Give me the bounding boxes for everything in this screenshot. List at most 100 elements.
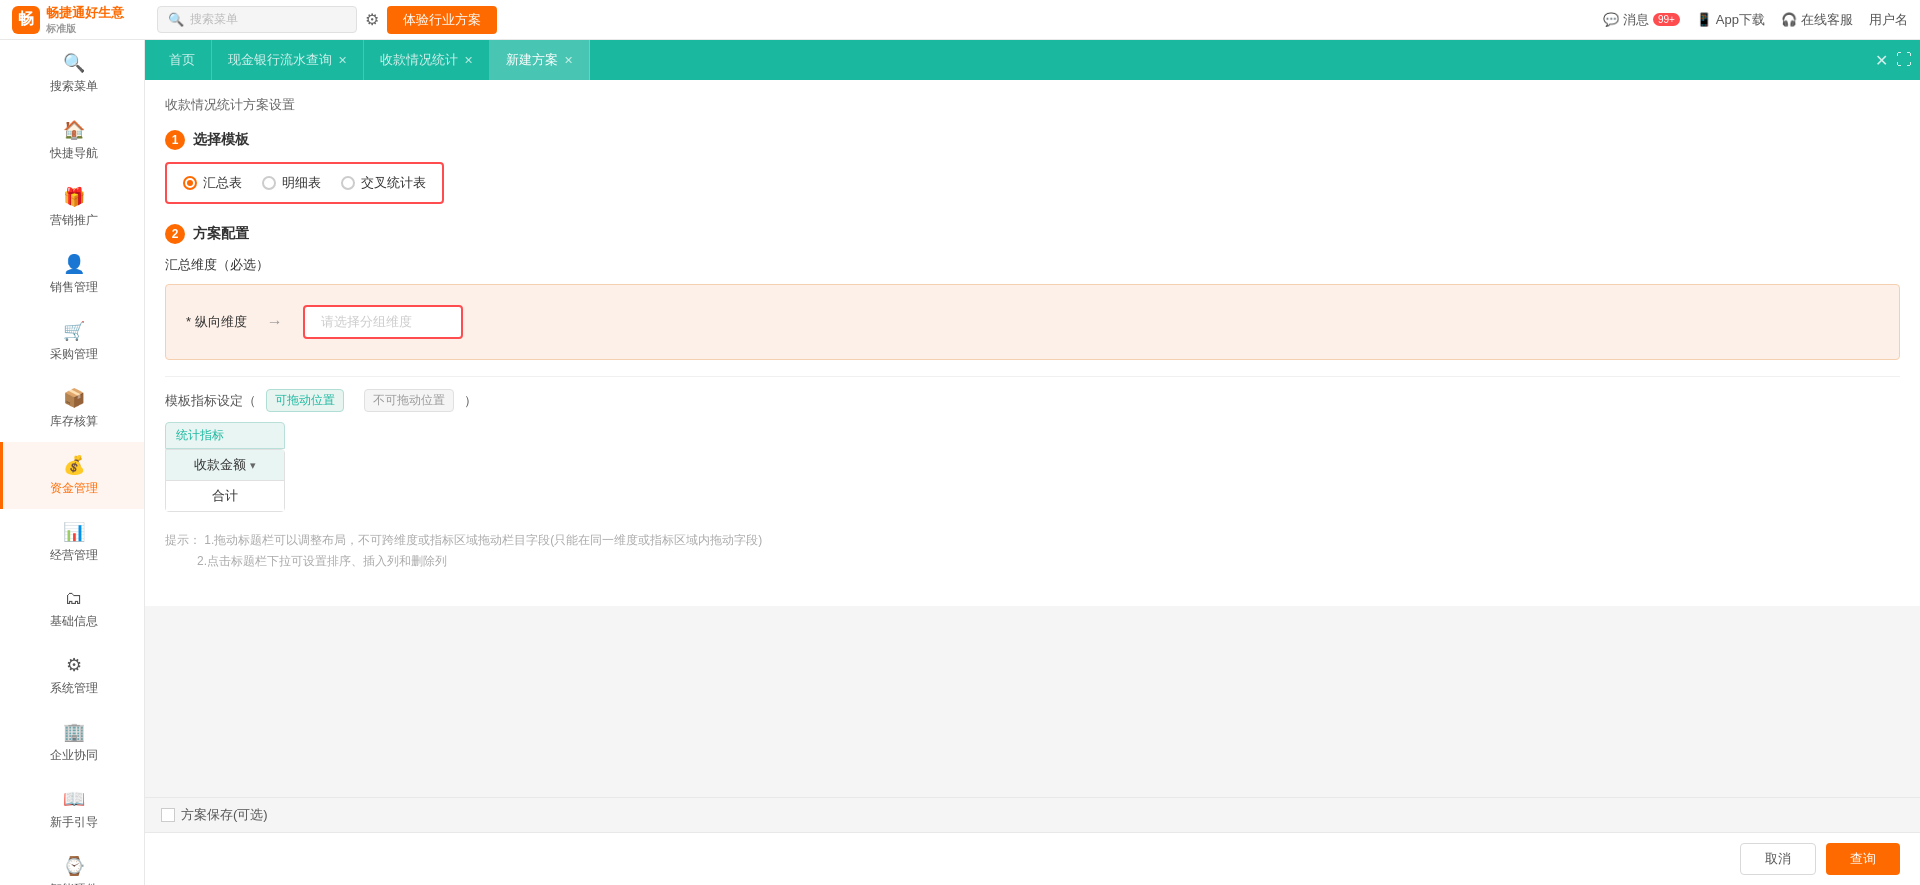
- radio-summary[interactable]: 汇总表: [183, 174, 242, 192]
- sidebar-item-quick-nav[interactable]: 🏠 快捷导航: [0, 107, 144, 174]
- sidebar-item-finance[interactable]: 💰 资金管理: [0, 442, 144, 509]
- download-icon: 📱: [1696, 12, 1712, 27]
- message-action[interactable]: 💬 消息 99+: [1603, 11, 1680, 29]
- divider: [165, 376, 1900, 377]
- arrow-right-icon: →: [267, 313, 283, 331]
- step2-header: 2 方案配置: [165, 224, 1900, 244]
- download-label: App下载: [1716, 11, 1765, 29]
- radio-detail[interactable]: 明细表: [262, 174, 321, 192]
- search-icon: 🔍: [168, 12, 184, 27]
- sidebar-item-label: 系统管理: [50, 680, 98, 697]
- tip1-text: 1.拖动标题栏可以调整布局，不可跨维度或指标区域拖动栏目字段(只能在同一维度或指…: [204, 533, 762, 547]
- radio-summary-label: 汇总表: [203, 174, 242, 192]
- step1-header: 1 选择模板: [165, 130, 1900, 150]
- sidebar-item-purchase[interactable]: 🛒 采购管理: [0, 308, 144, 375]
- tab-bank-flow-close[interactable]: ✕: [338, 54, 347, 67]
- tab-bar-right: ✕ ⛶: [1875, 51, 1912, 70]
- tab-close-all-icon[interactable]: ✕: [1875, 51, 1888, 70]
- logo-version: 标准版: [46, 22, 124, 36]
- config-panel: * 纵向维度 → 请选择分组维度: [165, 284, 1900, 360]
- step2-title: 方案配置: [193, 225, 249, 243]
- step1-title: 选择模板: [193, 131, 249, 149]
- metrics-header: 模板指标设定（ 可拖动位置 不可拖动位置 ）: [165, 389, 1900, 412]
- sidebar-item-system[interactable]: ⚙ 系统管理: [0, 642, 144, 709]
- search-placeholder: 搜索菜单: [190, 11, 238, 28]
- tip2-line: 2.点击标题栏下拉可设置排序、插入列和删除列: [165, 553, 1900, 570]
- chart-icon: 📊: [63, 521, 85, 543]
- step2-number: 2: [165, 224, 185, 244]
- service-label: 在线客服: [1801, 11, 1853, 29]
- logo-name: 畅捷通好生意: [46, 4, 124, 22]
- industry-btn[interactable]: 体验行业方案: [387, 6, 497, 34]
- tab-home-label: 首页: [169, 51, 195, 69]
- chevron-down-icon: ▾: [250, 459, 256, 472]
- tab-collection-stats-close[interactable]: ✕: [464, 54, 473, 67]
- sidebar-item-label: 搜索菜单: [50, 78, 98, 95]
- top-bar: 畅 畅捷通好生意 标准版 🔍 搜索菜单 ⚙ 体验行业方案 💬 消息 99+ 📱 …: [0, 0, 1920, 40]
- sidebar-item-enterprise[interactable]: 🏢 企业协同: [0, 709, 144, 776]
- tip-label: 提示： 1.拖动标题栏可以调整布局，不可跨维度或指标区域拖动栏目字段(只能在同一…: [165, 532, 1900, 549]
- tag-fixed: 不可拖动位置: [364, 389, 454, 412]
- download-action[interactable]: 📱 App下载: [1696, 11, 1765, 29]
- query-button[interactable]: 查询: [1826, 843, 1900, 875]
- bottom-bar: 方案保存(可选): [145, 797, 1920, 832]
- message-badge: 99+: [1653, 13, 1680, 26]
- content-area: 首页 现金银行流水查询 ✕ 收款情况统计 ✕ 新建方案 ✕ ✕ ⛶ 收款情况统计…: [145, 40, 1920, 885]
- step1-number: 1: [165, 130, 185, 150]
- sidebar-item-label: 基础信息: [50, 613, 98, 630]
- gift-icon: 🎁: [63, 186, 85, 208]
- tab-collection-stats[interactable]: 收款情况统计 ✕: [364, 40, 490, 80]
- logo-icon: 畅: [12, 6, 40, 34]
- col-title-collection[interactable]: 收款金额 ▾: [166, 450, 284, 481]
- radio-detail-circle: [262, 176, 276, 190]
- cancel-button[interactable]: 取消: [1740, 843, 1816, 875]
- metrics-close: ）: [464, 392, 477, 410]
- sidebar-item-label: 快捷导航: [50, 145, 98, 162]
- tab-bank-flow-label: 现金银行流水查询: [228, 51, 332, 69]
- search-box[interactable]: 🔍 搜索菜单: [157, 6, 357, 33]
- tab-new-plan-close[interactable]: ✕: [564, 54, 573, 67]
- save-checkbox[interactable]: [161, 808, 175, 822]
- tab-new-plan[interactable]: 新建方案 ✕: [490, 40, 590, 80]
- sidebar-item-basic[interactable]: 🗂 基础信息: [0, 576, 144, 642]
- user-action[interactable]: 用户名: [1869, 11, 1908, 29]
- radio-cross-circle: [341, 176, 355, 190]
- save-option[interactable]: 方案保存(可选): [161, 806, 268, 824]
- sidebar-item-label: 新手引导: [50, 814, 98, 831]
- save-option-label: 方案保存(可选): [181, 806, 268, 824]
- sidebar-item-search[interactable]: 🔍 搜索菜单: [0, 40, 144, 107]
- radio-detail-label: 明细表: [282, 174, 321, 192]
- service-action[interactable]: 🎧 在线客服: [1781, 11, 1853, 29]
- row-dim-label: * 纵向维度: [186, 313, 247, 331]
- sidebar-item-label: 库存核算: [50, 413, 98, 430]
- folder-icon: 🗂: [65, 588, 83, 609]
- metrics-table: 收款金额 ▾ 合计: [165, 449, 285, 512]
- tag-draggable: 可拖动位置: [266, 389, 344, 412]
- tab-expand-icon[interactable]: ⛶: [1896, 51, 1912, 70]
- sidebar-item-sales[interactable]: 👤 销售管理: [0, 241, 144, 308]
- config-section: 汇总维度（必选） * 纵向维度 → 请选择分组维度 模板指标设定（: [165, 256, 1900, 570]
- sidebar-item-guide[interactable]: 📖 新手引导: [0, 776, 144, 843]
- service-icon: 🎧: [1781, 12, 1797, 27]
- home-icon: 🏠: [63, 119, 85, 141]
- radio-cross[interactable]: 交叉统计表: [341, 174, 426, 192]
- sidebar-item-label: 资金管理: [50, 480, 98, 497]
- tab-home[interactable]: 首页: [153, 40, 212, 80]
- settings-icon[interactable]: ⚙: [365, 10, 379, 29]
- watch-icon: ⌚: [63, 855, 85, 877]
- tab-new-plan-label: 新建方案: [506, 51, 558, 69]
- box-icon: 📦: [63, 387, 85, 409]
- dim-select-box[interactable]: 请选择分组维度: [303, 305, 463, 339]
- stat-col: 统计指标 收款金额 ▾ 合计: [165, 422, 285, 512]
- sidebar-item-label: 销售管理: [50, 279, 98, 296]
- tab-bank-flow[interactable]: 现金银行流水查询 ✕: [212, 40, 364, 80]
- sidebar-item-hardware[interactable]: ⌚ 智能硬件: [0, 843, 144, 885]
- sidebar-item-operation[interactable]: 📊 经营管理: [0, 509, 144, 576]
- sidebar-item-marketing[interactable]: 🎁 营销推广: [0, 174, 144, 241]
- radio-group: 汇总表 明细表 交叉统计表: [183, 174, 426, 192]
- sidebar-item-label: 智能硬件: [50, 881, 98, 885]
- top-actions: 💬 消息 99+ 📱 App下载 🎧 在线客服 用户名: [1603, 11, 1908, 29]
- stat-col-header: 统计指标: [165, 422, 285, 449]
- sidebar-item-inventory[interactable]: 📦 库存核算: [0, 375, 144, 442]
- message-icon: 💬: [1603, 12, 1619, 27]
